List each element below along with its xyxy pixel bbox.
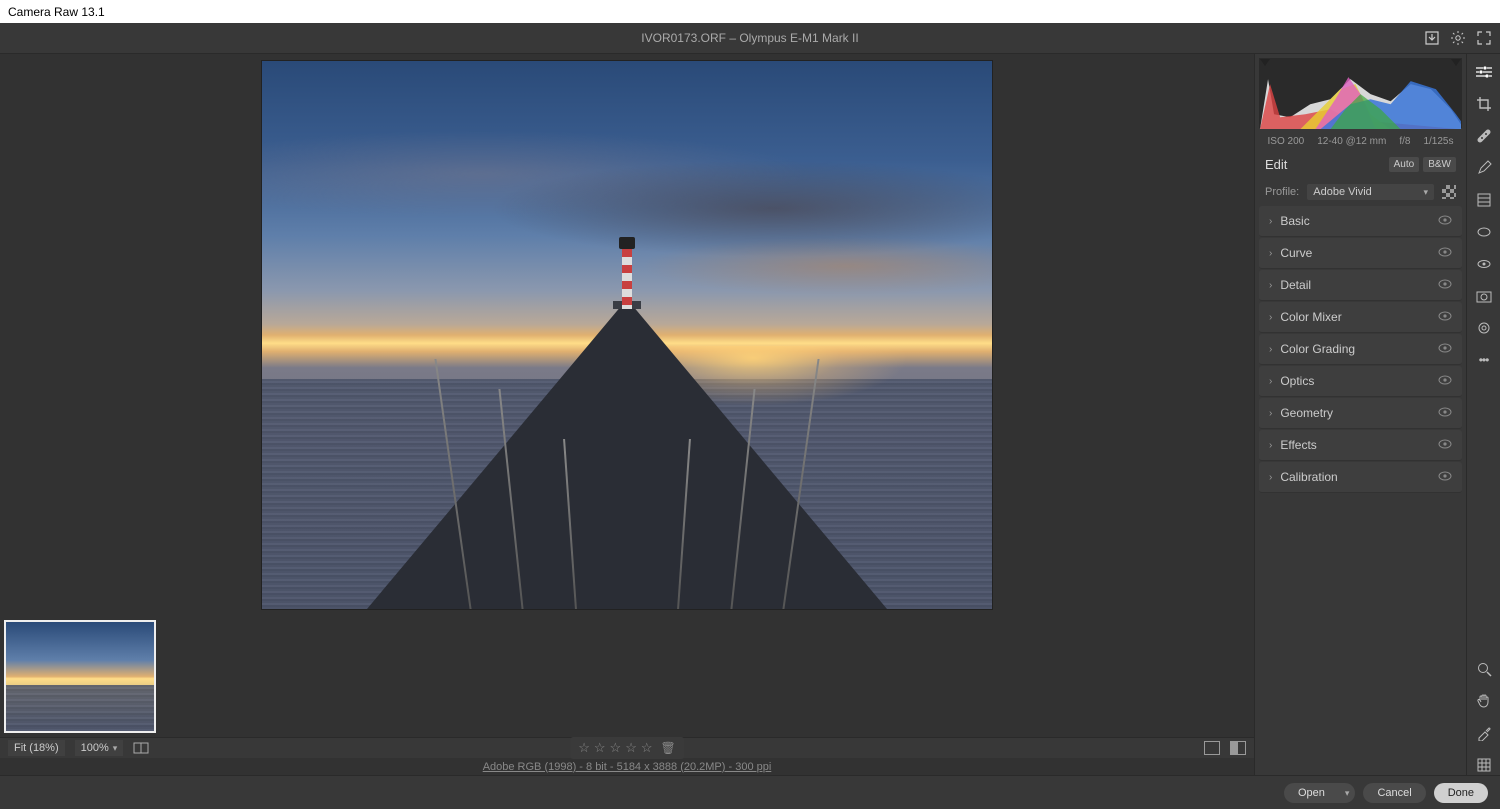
eye-icon[interactable]: [1438, 246, 1452, 260]
radial-tool-icon[interactable]: [1474, 222, 1494, 242]
split-view-icon[interactable]: [1230, 741, 1246, 755]
open-dropdown-button[interactable]: ▾: [1339, 783, 1356, 803]
chevron-right-icon: ›: [1269, 472, 1272, 483]
heal-tool-icon[interactable]: [1474, 126, 1494, 146]
eye-icon[interactable]: [1438, 470, 1452, 484]
tool-rail: •••: [1466, 54, 1500, 775]
panel-calibration[interactable]: › Calibration: [1259, 462, 1462, 493]
profile-row: Profile: Adobe Vivid▾: [1255, 178, 1466, 206]
star-2[interactable]: ☆: [594, 740, 606, 756]
cancel-button[interactable]: Cancel: [1363, 783, 1425, 803]
panel-label: Basic: [1280, 214, 1438, 228]
edit-header: Edit Auto B&W: [1255, 150, 1466, 178]
panel-detail[interactable]: › Detail: [1259, 270, 1462, 301]
single-view-icon[interactable]: [1204, 741, 1220, 755]
panel-label: Color Mixer: [1280, 310, 1438, 324]
footer-bar: Open ▾ Cancel Done: [0, 775, 1500, 809]
panel-geometry[interactable]: › Geometry: [1259, 398, 1462, 429]
panel-color-grading[interactable]: › Color Grading: [1259, 334, 1462, 365]
eye-icon[interactable]: [1438, 214, 1452, 228]
panel-label: Optics: [1280, 374, 1438, 388]
preview-area: [0, 54, 1254, 616]
app-title: Camera Raw 13.1: [8, 5, 105, 19]
chevron-right-icon: ›: [1269, 376, 1272, 387]
panel-curve[interactable]: › Curve: [1259, 238, 1462, 269]
chevron-right-icon: ›: [1269, 280, 1272, 291]
zoom-100-select[interactable]: 100%▾: [75, 740, 124, 756]
brush-tool-icon[interactable]: [1474, 158, 1494, 178]
panel-label: Effects: [1280, 438, 1438, 452]
gear-icon[interactable]: [1450, 30, 1466, 46]
panel-basic[interactable]: › Basic: [1259, 206, 1462, 237]
redeye-tool-icon[interactable]: [1474, 254, 1494, 274]
preset-tool-icon[interactable]: [1474, 318, 1494, 338]
sampler-tool-icon[interactable]: [1474, 723, 1494, 743]
chevron-right-icon: ›: [1269, 408, 1272, 419]
profile-select[interactable]: Adobe Vivid▾: [1307, 184, 1434, 200]
chevron-right-icon: ›: [1269, 440, 1272, 451]
auto-button[interactable]: Auto: [1389, 157, 1420, 172]
profile-label: Profile:: [1265, 186, 1299, 198]
crop-tool-icon[interactable]: [1474, 94, 1494, 114]
eye-icon[interactable]: [1438, 278, 1452, 292]
grid-tool-icon[interactable]: [1474, 755, 1494, 775]
exif-iso: ISO 200: [1268, 136, 1305, 147]
document-header: IVOR0173.ORF – Olympus E-M1 Mark II: [0, 23, 1500, 54]
snapshot-tool-icon[interactable]: [1474, 286, 1494, 306]
trash-icon[interactable]: 🗑: [661, 741, 676, 755]
panel-label: Detail: [1280, 278, 1438, 292]
exif-shutter: 1/125s: [1423, 136, 1453, 147]
star-1[interactable]: ☆: [578, 740, 590, 756]
eye-icon[interactable]: [1438, 406, 1452, 420]
panel-label: Color Grading: [1280, 342, 1438, 356]
panel-effects[interactable]: › Effects: [1259, 430, 1462, 461]
histogram[interactable]: [1255, 54, 1466, 132]
chevron-right-icon: ›: [1269, 248, 1272, 259]
star-5[interactable]: ☆: [641, 740, 653, 756]
document-filename: IVOR0173.ORF – Olympus E-M1 Mark II: [641, 31, 858, 45]
save-icon[interactable]: [1424, 30, 1440, 46]
workflow-link-bar: Adobe RGB (1998) - 8 bit - 5184 x 3888 (…: [0, 758, 1254, 775]
filmstrip: [0, 616, 1254, 737]
edit-panel: ISO 200 12-40 @12 mm f/8 1/125s Edit Aut…: [1254, 54, 1466, 775]
image-preview[interactable]: [261, 60, 993, 610]
panel-label: Geometry: [1280, 406, 1438, 420]
chevron-right-icon: ›: [1269, 344, 1272, 355]
star-3[interactable]: ☆: [610, 740, 622, 756]
more-tools-icon[interactable]: •••: [1474, 350, 1494, 370]
panel-optics[interactable]: › Optics: [1259, 366, 1462, 397]
chevron-right-icon: ›: [1269, 312, 1272, 323]
panel-label: Curve: [1280, 246, 1438, 260]
open-button[interactable]: Open: [1284, 783, 1339, 803]
exif-aperture: f/8: [1399, 136, 1410, 147]
adjustment-panels: › Basic › Curve › Detail › Color Mixer › Color Gr…: [1255, 206, 1466, 775]
eye-icon[interactable]: [1438, 438, 1452, 452]
exif-lens: 12-40 @12 mm: [1317, 136, 1386, 147]
bw-button[interactable]: B&W: [1423, 157, 1456, 172]
chevron-right-icon: ›: [1269, 216, 1272, 227]
eye-icon[interactable]: [1438, 374, 1452, 388]
panel-label: Calibration: [1280, 470, 1438, 484]
edit-title: Edit: [1265, 157, 1287, 172]
rating-bar: ☆ ☆ ☆ ☆ ☆ 🗑: [570, 737, 684, 759]
workflow-options-link[interactable]: Adobe RGB (1998) - 8 bit - 5184 x 3888 (…: [483, 761, 772, 773]
hand-tool-icon[interactable]: [1474, 691, 1494, 711]
gradient-tool-icon[interactable]: [1474, 190, 1494, 210]
edit-tool-icon[interactable]: [1474, 62, 1494, 82]
filmstrip-thumbnail[interactable]: [4, 620, 156, 733]
eye-icon[interactable]: [1438, 310, 1452, 324]
exif-readout: ISO 200 12-40 @12 mm f/8 1/125s: [1255, 132, 1466, 150]
preview-toolbar: Fit (18%) 100%▾ ☆ ☆ ☆ ☆ ☆ 🗑: [0, 737, 1254, 758]
window-titlebar: Camera Raw 13.1: [0, 0, 1500, 23]
zoom-fit-select[interactable]: Fit (18%): [8, 740, 65, 756]
compare-icon[interactable]: [133, 740, 149, 756]
eye-icon[interactable]: [1438, 342, 1452, 356]
profile-browser-icon[interactable]: [1442, 185, 1456, 199]
zoom-tool-icon[interactable]: [1474, 659, 1494, 679]
fullscreen-icon[interactable]: [1476, 30, 1492, 46]
done-button[interactable]: Done: [1434, 783, 1488, 803]
panel-color-mixer[interactable]: › Color Mixer: [1259, 302, 1462, 333]
star-4[interactable]: ☆: [625, 740, 637, 756]
